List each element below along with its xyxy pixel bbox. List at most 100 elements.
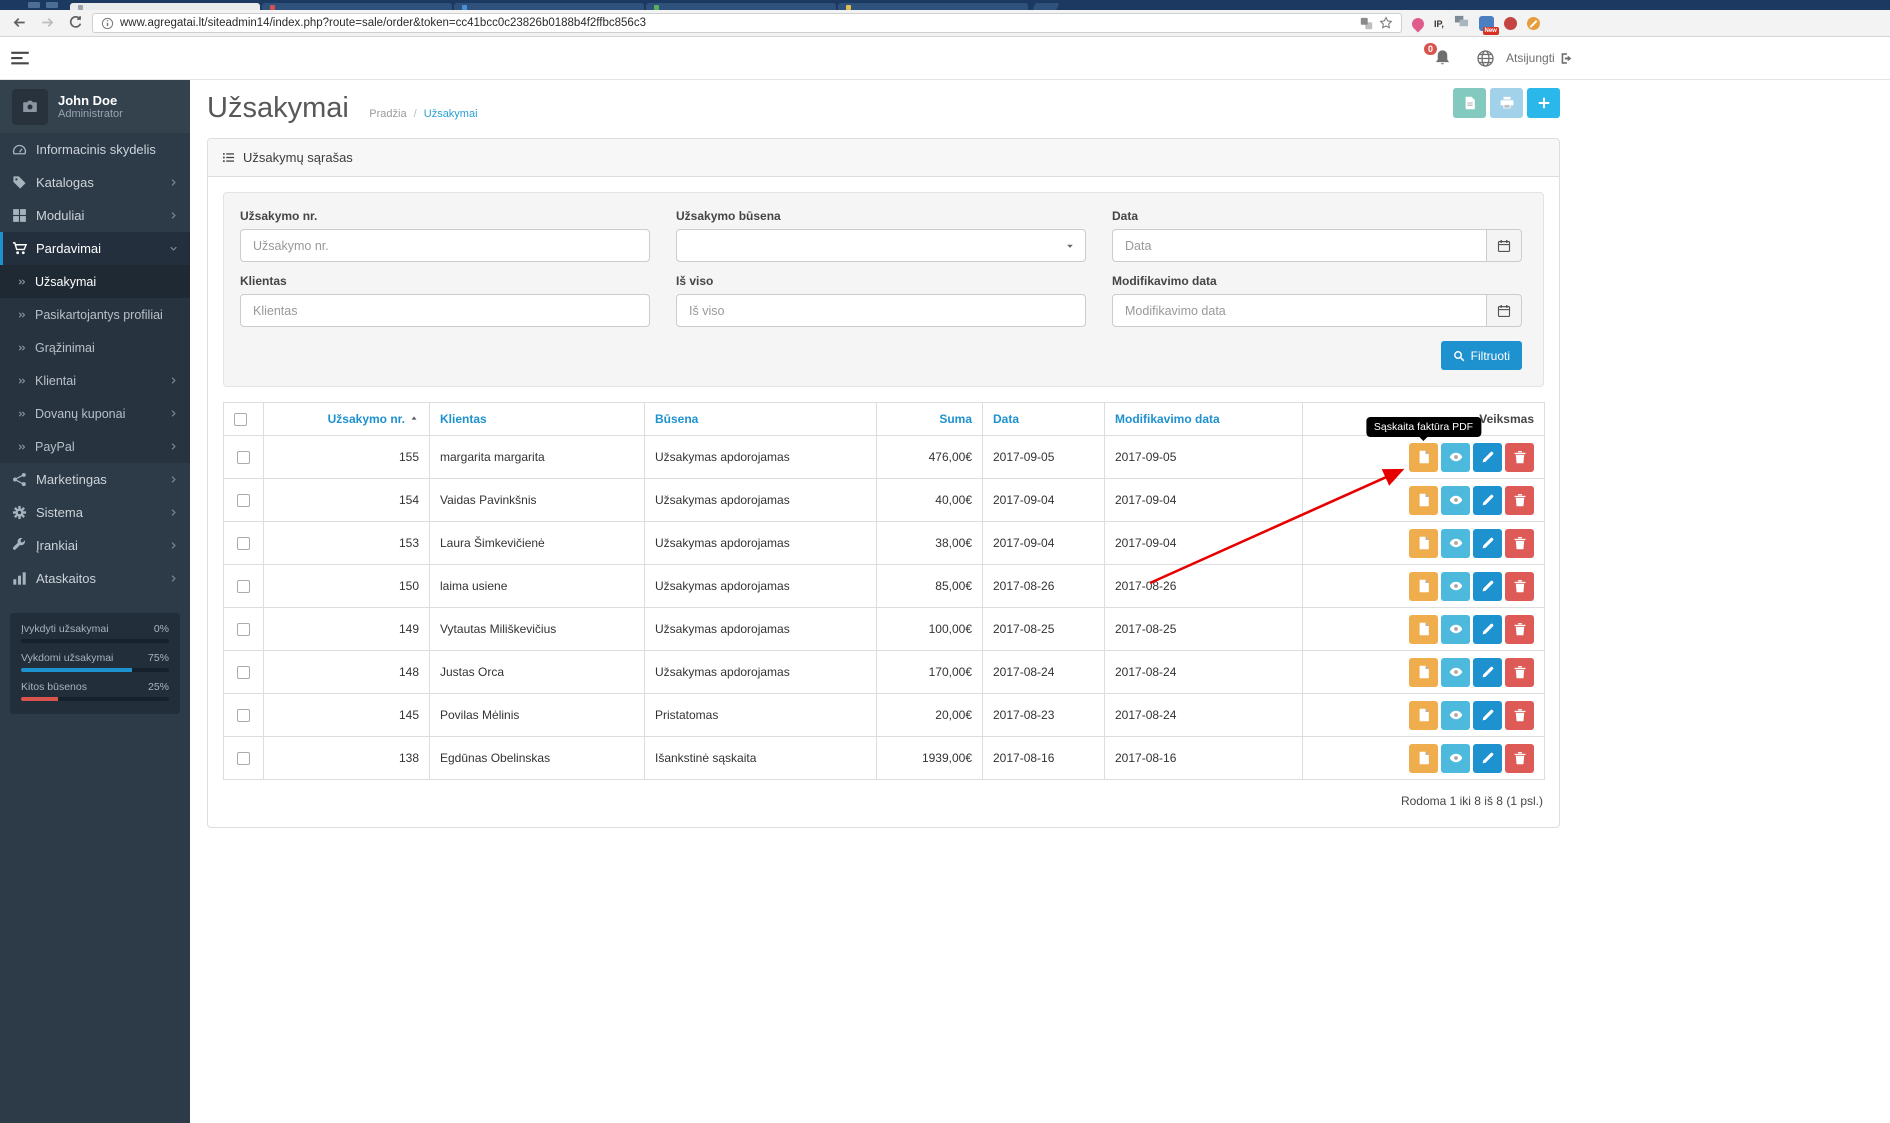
view-button[interactable]	[1441, 700, 1470, 730]
sidebar-subitem[interactable]: Klientai	[0, 364, 190, 397]
invoice-pdf-button[interactable]	[1409, 657, 1438, 687]
info-icon[interactable]	[101, 17, 114, 30]
sidebar-item[interactable]: Įrankiai	[0, 529, 190, 562]
star-icon[interactable]	[1379, 16, 1393, 30]
row-checkbox[interactable]	[237, 752, 250, 766]
print-shipping-button[interactable]	[1490, 88, 1523, 118]
sort-modified[interactable]: Modifikavimo data	[1115, 412, 1220, 426]
sort-date[interactable]: Data	[993, 412, 1019, 426]
sort-status[interactable]: Būsena	[655, 412, 698, 426]
row-checkbox[interactable]	[237, 623, 250, 637]
extension-icon-orange[interactable]	[1526, 17, 1540, 30]
add-order-button[interactable]	[1527, 88, 1560, 118]
browser-tab[interactable]	[454, 3, 644, 10]
invoice-pdf-button[interactable]	[1409, 528, 1438, 558]
row-checkbox[interactable]	[237, 580, 250, 594]
modified-calendar-button[interactable]	[1487, 294, 1522, 327]
sidebar-subitem[interactable]: Pasikartojantys profiliai	[0, 298, 190, 331]
new-tab-button[interactable]	[1032, 3, 1060, 10]
sidebar-subitem[interactable]: PayPal	[0, 430, 190, 463]
view-button[interactable]	[1441, 743, 1470, 773]
delete-button[interactable]	[1505, 528, 1534, 558]
forward-button[interactable]	[40, 15, 57, 32]
sidebar-item[interactable]: Sistema	[0, 496, 190, 529]
sidebar-subitem[interactable]: Dovanų kuponai	[0, 397, 190, 430]
filter-modified-input[interactable]	[1112, 294, 1488, 327]
delete-button[interactable]	[1505, 743, 1534, 773]
edit-button[interactable]	[1473, 485, 1502, 515]
extension-icon-new[interactable]: New	[1478, 16, 1499, 35]
print-invoice-button[interactable]	[1453, 88, 1486, 118]
edit-button[interactable]	[1473, 571, 1502, 601]
sort-order-nr[interactable]: Užsakymo nr.	[328, 412, 419, 426]
back-button[interactable]	[12, 15, 29, 32]
sidebar-subitem[interactable]: Grąžinimai	[0, 331, 190, 364]
menu-toggle-button[interactable]	[10, 48, 30, 73]
edit-button[interactable]	[1473, 614, 1502, 644]
sidebar-item[interactable]: Pardavimai	[0, 232, 190, 265]
browser-tab[interactable]	[70, 3, 260, 10]
extension-icon-red[interactable]	[1503, 17, 1517, 30]
extension-icon-screens[interactable]	[1454, 14, 1469, 34]
row-checkbox[interactable]	[237, 537, 250, 551]
browser-tab[interactable]	[262, 3, 452, 10]
filter-customer-input[interactable]	[240, 294, 650, 327]
view-button[interactable]	[1441, 528, 1470, 558]
sidebar-item[interactable]: Informacinis skydelis	[0, 133, 190, 166]
edit-button[interactable]	[1473, 743, 1502, 773]
delete-button[interactable]	[1505, 614, 1534, 644]
address-bar[interactable]	[92, 13, 1402, 33]
filter-order-nr-input[interactable]	[240, 229, 650, 262]
browser-tab[interactable]	[646, 3, 836, 10]
url-input[interactable]	[120, 15, 1354, 31]
translate-icon[interactable]	[1360, 17, 1373, 30]
edit-button[interactable]	[1473, 528, 1502, 558]
delete-button[interactable]	[1505, 657, 1534, 687]
view-button[interactable]	[1441, 614, 1470, 644]
sidebar-item[interactable]: Marketingas	[0, 463, 190, 496]
sort-total[interactable]: Suma	[939, 412, 972, 426]
stores-button[interactable]	[1476, 49, 1495, 73]
extension-icon-ip[interactable]: IP,	[1434, 19, 1444, 29]
row-checkbox[interactable]	[237, 494, 250, 508]
sidebar-subitem[interactable]: Užsakymai	[0, 265, 190, 298]
row-checkbox[interactable]	[237, 451, 250, 465]
breadcrumb-home[interactable]: Pradžia	[369, 108, 406, 120]
view-button[interactable]	[1441, 485, 1470, 515]
view-button[interactable]	[1441, 657, 1470, 687]
invoice-pdf-button[interactable]	[1409, 485, 1438, 515]
sort-customer[interactable]: Klientas	[440, 412, 487, 426]
delete-button[interactable]	[1505, 571, 1534, 601]
browser-tab[interactable]	[838, 3, 1028, 10]
filter-status-select[interactable]	[676, 229, 1086, 262]
sidebar-item[interactable]: Ataskaitos	[0, 562, 190, 595]
row-checkbox[interactable]	[237, 709, 250, 723]
filter-total-input[interactable]	[676, 294, 1086, 327]
sidebar-item[interactable]: Katalogas	[0, 166, 190, 199]
view-button[interactable]	[1441, 571, 1470, 601]
invoice-pdf-button[interactable]	[1409, 700, 1438, 730]
logout-button[interactable]: Atsijungti	[1506, 51, 1573, 65]
select-all-checkbox[interactable]	[234, 413, 247, 427]
invoice-pdf-button[interactable]	[1409, 571, 1438, 601]
breadcrumb-current[interactable]: Užsakymai	[424, 108, 478, 120]
date-calendar-button[interactable]	[1487, 229, 1522, 262]
edit-button[interactable]	[1473, 700, 1502, 730]
extension-icon-pin[interactable]	[1409, 15, 1427, 32]
invoice-pdf-button[interactable]	[1409, 743, 1438, 773]
view-button[interactable]	[1441, 442, 1470, 472]
sidebar-item[interactable]: Moduliai	[0, 199, 190, 232]
delete-button[interactable]	[1505, 485, 1534, 515]
invoice-pdf-button[interactable]: Sąskaita faktūra PDF	[1365, 416, 1482, 472]
edit-button[interactable]	[1473, 657, 1502, 687]
delete-button[interactable]	[1505, 700, 1534, 730]
delete-button[interactable]	[1505, 442, 1534, 472]
notifications-button[interactable]: 0	[1424, 43, 1452, 73]
filter-button[interactable]: Filtruoti	[1440, 341, 1522, 370]
filter-date-input[interactable]	[1112, 229, 1488, 262]
edit-button[interactable]	[1473, 442, 1502, 472]
invoice-pdf-button[interactable]	[1409, 614, 1438, 644]
reload-button[interactable]	[68, 15, 85, 32]
pdf-icon	[1417, 708, 1431, 722]
row-checkbox[interactable]	[237, 666, 250, 680]
